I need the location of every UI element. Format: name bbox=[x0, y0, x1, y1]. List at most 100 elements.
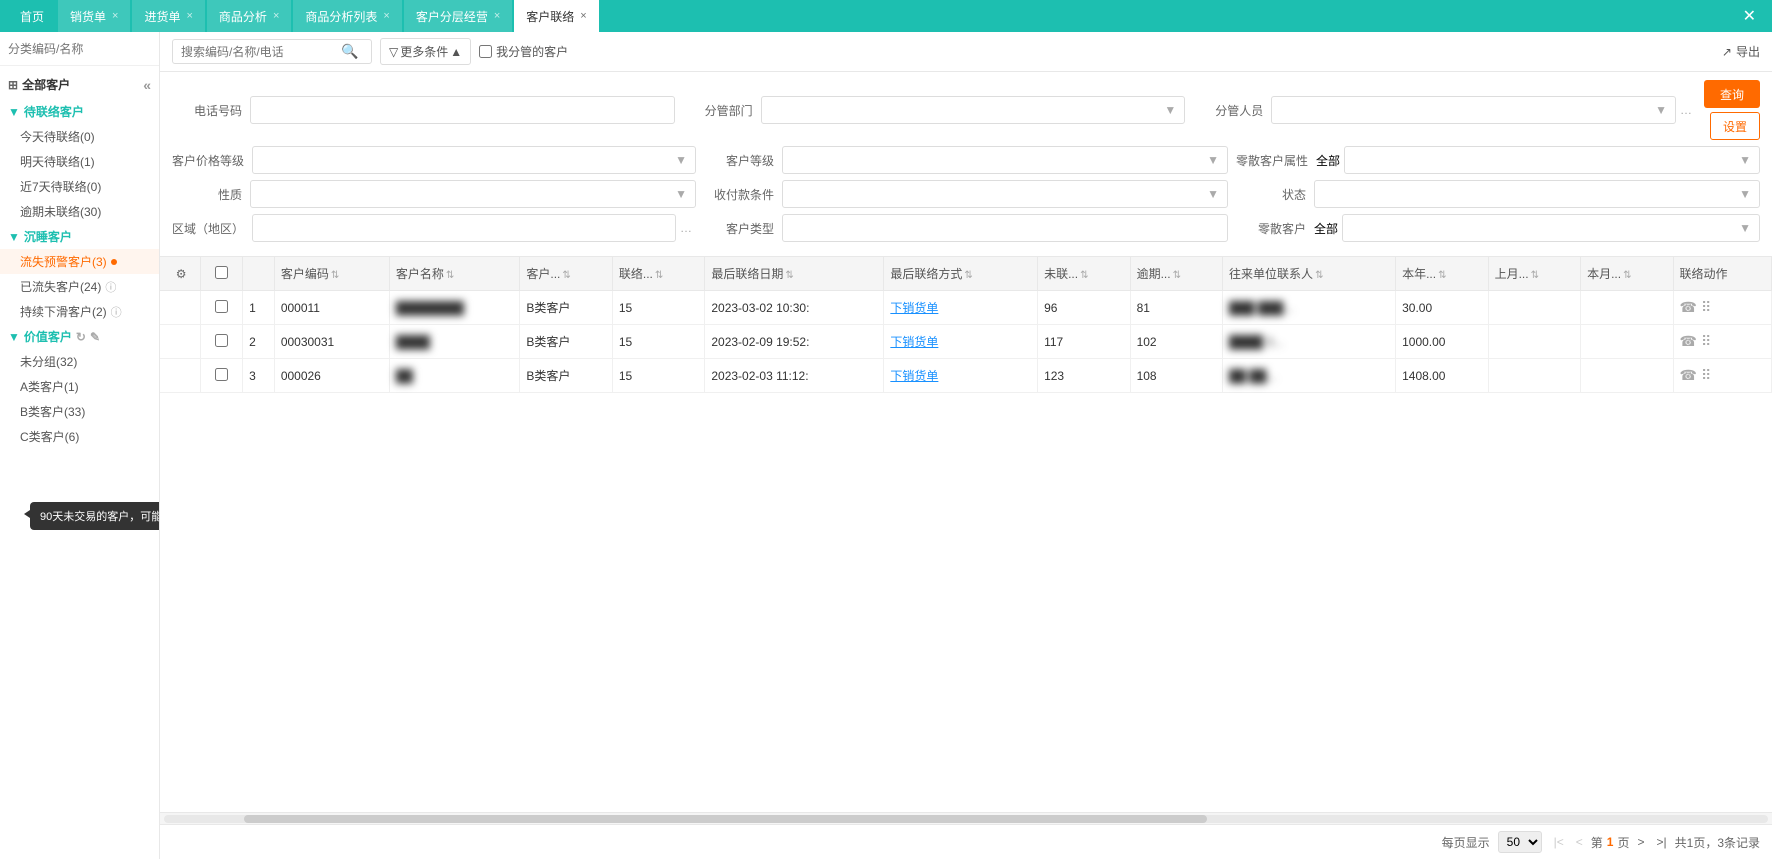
main-search-button[interactable]: 🔍 bbox=[341, 43, 358, 60]
col-last-contact-method[interactable]: 最后联络方式⇅ bbox=[884, 257, 1038, 291]
filter-select-dept[interactable]: ▼ bbox=[761, 96, 1186, 124]
scrollbar-thumb[interactable] bbox=[244, 815, 1206, 823]
sidebar-item-churned[interactable]: 已流失客户(24) ⓘ bbox=[0, 274, 159, 299]
col-unit-contacts[interactable]: 往来单位联系人⇅ bbox=[1223, 257, 1396, 291]
page-size-dropdown[interactable]: 50 bbox=[1498, 831, 1542, 853]
cell-checkbox-2[interactable] bbox=[201, 325, 243, 359]
settings-button[interactable]: 设置 bbox=[1710, 112, 1760, 140]
prev-page-button[interactable]: < bbox=[1572, 833, 1587, 851]
last-method-link-3[interactable]: 下销货单 bbox=[890, 369, 938, 383]
first-page-button[interactable]: |< bbox=[1550, 833, 1568, 851]
col-last-contact-date[interactable]: 最后联络日期⇅ bbox=[705, 257, 884, 291]
col-this-month[interactable]: 本月...⇅ bbox=[1581, 257, 1673, 291]
more-action-icon-2[interactable]: ⠿ bbox=[1701, 333, 1711, 350]
sidebar-item-b-class[interactable]: B类客户(33) bbox=[0, 399, 159, 424]
row3-checkbox[interactable] bbox=[215, 368, 228, 381]
sidebar-section-dormant[interactable]: ▼ 沉睡客户 bbox=[0, 224, 159, 249]
person-more-button[interactable]: … bbox=[1676, 103, 1696, 117]
close-customerlayer-icon[interactable]: × bbox=[494, 10, 500, 22]
last-method-link-2[interactable]: 下销货单 bbox=[890, 335, 938, 349]
retail-customer-value: 全部 bbox=[1314, 220, 1338, 237]
sidebar-search-input[interactable] bbox=[8, 42, 160, 56]
col-no-contact[interactable]: 未联...⇅ bbox=[1038, 257, 1130, 291]
close-salesorder-icon[interactable]: × bbox=[112, 10, 118, 22]
col-checkbox[interactable] bbox=[201, 257, 243, 291]
close-productanalysis-icon[interactable]: × bbox=[273, 10, 279, 22]
select-all-checkbox[interactable] bbox=[215, 266, 228, 279]
export-button[interactable]: ↗ 导出 bbox=[1722, 43, 1760, 60]
col-settings[interactable]: ⚙ bbox=[160, 257, 201, 291]
col-name[interactable]: 客户名称⇅ bbox=[389, 257, 520, 291]
filter-input-phone[interactable] bbox=[250, 96, 675, 124]
nav-tab-productlist[interactable]: 商品分析列表 × bbox=[293, 0, 401, 32]
nav-tab-customercontact[interactable]: 客户联络 × bbox=[514, 0, 598, 32]
row1-checkbox[interactable] bbox=[215, 300, 228, 313]
nav-home[interactable]: 首页 bbox=[8, 0, 56, 32]
col-this-year[interactable]: 本年...⇅ bbox=[1396, 257, 1488, 291]
sidebar-collapse-icon[interactable]: « bbox=[143, 77, 151, 93]
close-productlist-icon[interactable]: × bbox=[383, 10, 389, 22]
next-page-button[interactable]: > bbox=[1634, 833, 1649, 851]
cell-last-method-3[interactable]: 下销货单 bbox=[884, 359, 1038, 393]
value-edit-icon[interactable]: ✎ bbox=[90, 330, 100, 344]
nav-tab-customerlayer[interactable]: 客户分层经营 × bbox=[404, 0, 512, 32]
col-overdue[interactable]: 逾期...⇅ bbox=[1130, 257, 1222, 291]
sidebar-all-customers[interactable]: ⊞ 全部客户 « bbox=[0, 70, 159, 99]
query-button[interactable]: 查询 bbox=[1704, 80, 1760, 108]
sidebar-item-ungrouped[interactable]: 未分组(32) bbox=[0, 349, 159, 374]
filter-select-retail-customer[interactable]: ▼ bbox=[1342, 214, 1760, 242]
horizontal-scrollbar[interactable] bbox=[160, 812, 1772, 824]
window-close-button[interactable]: ✕ bbox=[1735, 6, 1764, 26]
nav-tab-productanalysis[interactable]: 商品分析 × bbox=[207, 0, 291, 32]
sidebar-section-pending[interactable]: ▼ 待联络客户 bbox=[0, 99, 159, 124]
row2-checkbox[interactable] bbox=[215, 334, 228, 347]
sort-icon-name: ⇅ bbox=[446, 270, 454, 281]
filter-select-person[interactable]: ▼ bbox=[1271, 96, 1676, 124]
cell-last-method-2[interactable]: 下销货单 bbox=[884, 325, 1038, 359]
col-type[interactable]: 客户...⇅ bbox=[520, 257, 612, 291]
cell-checkbox-3[interactable] bbox=[201, 359, 243, 393]
contact-icon-3[interactable]: ☎ bbox=[1680, 367, 1697, 384]
filter-select-retail-attr[interactable]: ▼ bbox=[1344, 146, 1760, 174]
sidebar-item-tomorrow[interactable]: 明天待联络(1) bbox=[0, 149, 159, 174]
my-customers-checkbox[interactable]: 我分管的客户 bbox=[479, 43, 568, 60]
sidebar-item-churn-warning[interactable]: 流失预警客户(3) 90天未交易的客户，可能有流失风险。 bbox=[0, 249, 159, 274]
col-code[interactable]: 客户编码⇅ bbox=[274, 257, 389, 291]
filter-select-customertype[interactable] bbox=[782, 214, 1228, 242]
sidebar-section-value[interactable]: ▼ 价值客户 ↻ ✎ bbox=[0, 324, 159, 349]
contact-icon-1[interactable]: ☎ bbox=[1680, 299, 1697, 316]
filter-select-pricelevel[interactable]: ▼ bbox=[252, 146, 696, 174]
sidebar-item-overdue[interactable]: 逾期未联络(30) bbox=[0, 199, 159, 224]
last-page-button[interactable]: >| bbox=[1653, 833, 1671, 851]
cell-contact-3: 15 bbox=[612, 359, 704, 393]
nav-tab-salesorder[interactable]: 销货单 × bbox=[58, 0, 130, 32]
last-method-link-1[interactable]: 下销货单 bbox=[890, 301, 938, 315]
sidebar-item-a-class[interactable]: A类客户(1) bbox=[0, 374, 159, 399]
cell-overdue-3: 108 bbox=[1130, 359, 1222, 393]
cell-checkbox-1[interactable] bbox=[201, 291, 243, 325]
filter-select-payment[interactable]: ▼ bbox=[782, 180, 1228, 208]
close-customercontact-icon[interactable]: × bbox=[580, 10, 586, 22]
filter-select-status[interactable]: ▼ bbox=[1314, 180, 1760, 208]
more-action-icon-1[interactable]: ⠿ bbox=[1701, 299, 1711, 316]
cell-last-method-1[interactable]: 下销货单 bbox=[884, 291, 1038, 325]
contact-icon-2[interactable]: ☎ bbox=[1680, 333, 1697, 350]
nav-tab-purchaseorder[interactable]: 进货单 × bbox=[132, 0, 204, 32]
region-more-button[interactable]: … bbox=[676, 221, 696, 235]
value-refresh-icon[interactable]: ↻ bbox=[76, 330, 86, 344]
more-conditions-button[interactable]: ▽ 更多条件 ▲ bbox=[380, 38, 471, 65]
col-contact[interactable]: 联络...⇅ bbox=[612, 257, 704, 291]
sidebar-item-declining[interactable]: 持续下滑客户(2) ⓘ bbox=[0, 299, 159, 324]
sidebar-item-7days[interactable]: 近7天待联络(0) bbox=[0, 174, 159, 199]
my-customers-check[interactable] bbox=[479, 45, 492, 58]
col-last-month[interactable]: 上月...⇅ bbox=[1488, 257, 1580, 291]
table-area: ⚙ 客户编码⇅ 客户名称⇅ 客户...⇅ 联络...⇅ 最后联络日期⇅ 最后联络… bbox=[160, 257, 1772, 812]
main-search-input[interactable] bbox=[181, 45, 341, 59]
filter-select-gender[interactable]: ▼ bbox=[250, 180, 696, 208]
sidebar-item-c-class[interactable]: C类客户(6) bbox=[0, 424, 159, 449]
filter-select-region[interactable] bbox=[252, 214, 676, 242]
filter-select-customerlevel[interactable]: ▼ bbox=[782, 146, 1228, 174]
close-purchaseorder-icon[interactable]: × bbox=[186, 10, 192, 22]
more-action-icon-3[interactable]: ⠿ bbox=[1701, 367, 1711, 384]
sidebar-item-today[interactable]: 今天待联络(0) bbox=[0, 124, 159, 149]
